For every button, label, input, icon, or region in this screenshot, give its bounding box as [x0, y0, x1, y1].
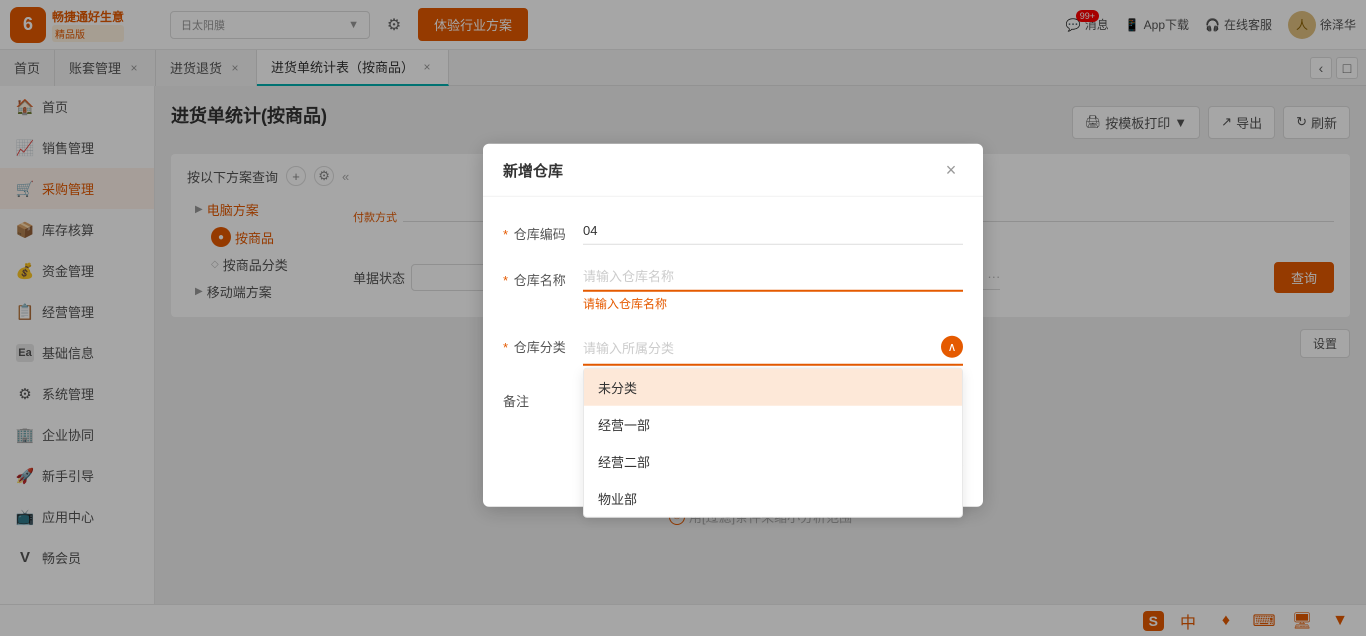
name-input-wrap: 请输入仓库名称 [583, 263, 963, 312]
category-dropdown: 未分类 经营一部 经营二部 物业部 [583, 368, 963, 518]
code-label: * 仓库编码 [503, 217, 583, 243]
dropdown-item-dept1[interactable]: 经营一部 [584, 406, 962, 443]
code-field-row: * 仓库编码 [503, 217, 963, 245]
name-input[interactable] [583, 263, 963, 292]
category-field-row: * 仓库分类 请输入所属分类 ∧ 未分类 经营一部 经营二部 物业部 [503, 330, 963, 366]
category-input-wrap: 请输入所属分类 ∧ 未分类 经营一部 经营二部 物业部 [583, 330, 963, 366]
category-toggle-icon[interactable]: ∧ [941, 336, 963, 358]
dropdown-item-property[interactable]: 物业部 [584, 480, 962, 517]
category-label: * 仓库分类 [503, 330, 583, 356]
code-input-wrap [583, 217, 963, 245]
dropdown-item-unclassified[interactable]: 未分类 [584, 369, 962, 406]
code-input[interactable] [583, 217, 963, 245]
dropdown-item-dept2[interactable]: 经营二部 [584, 443, 962, 480]
modal-close-button[interactable]: × [939, 158, 963, 182]
modal-title: 新增仓库 [503, 159, 563, 180]
category-select[interactable]: 请输入所属分类 ∧ [583, 330, 963, 366]
modal-body: * 仓库编码 * 仓库名称 请输入仓库名称 * 仓库分类 [483, 197, 983, 450]
new-warehouse-modal: 新增仓库 × * 仓库编码 * 仓库名称 请输入仓库名称 [483, 144, 983, 507]
name-label: * 仓库名称 [503, 263, 583, 289]
note-label: 备注 [503, 384, 583, 410]
modal-header: 新增仓库 × [483, 144, 983, 197]
name-field-row: * 仓库名称 请输入仓库名称 [503, 263, 963, 312]
name-error-msg: 请输入仓库名称 [583, 295, 963, 312]
